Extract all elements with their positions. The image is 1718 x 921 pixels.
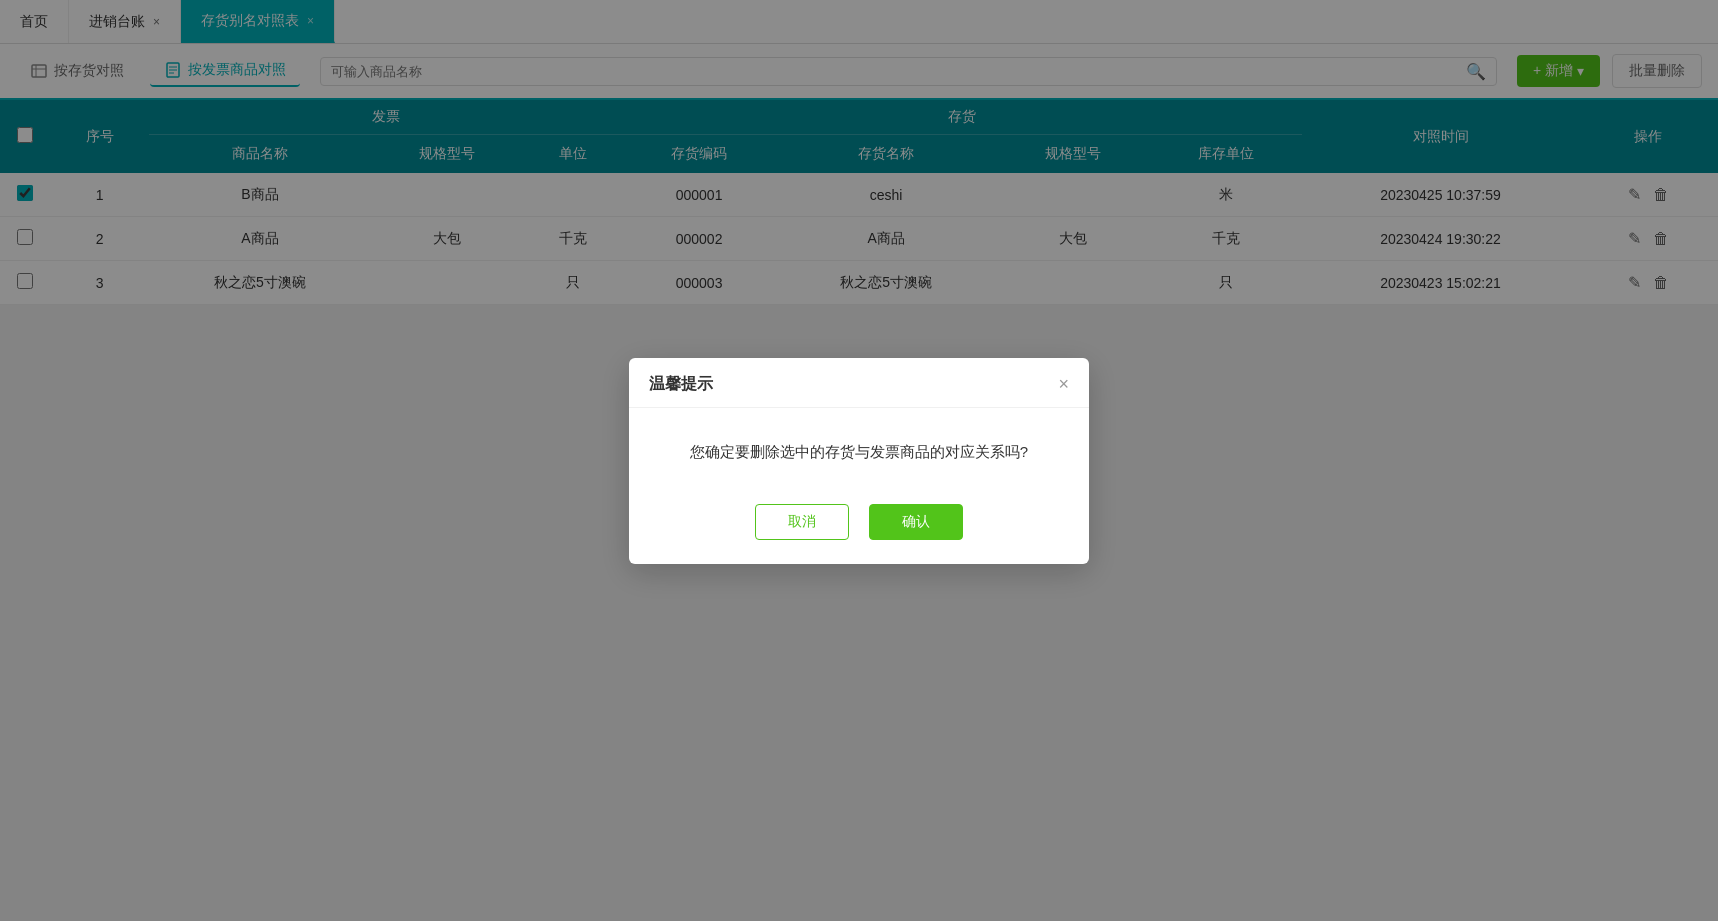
overlay: 温馨提示 × 您确定要删除选中的存货与发票商品的对应关系吗? 取消 确认 [0, 0, 1718, 305]
